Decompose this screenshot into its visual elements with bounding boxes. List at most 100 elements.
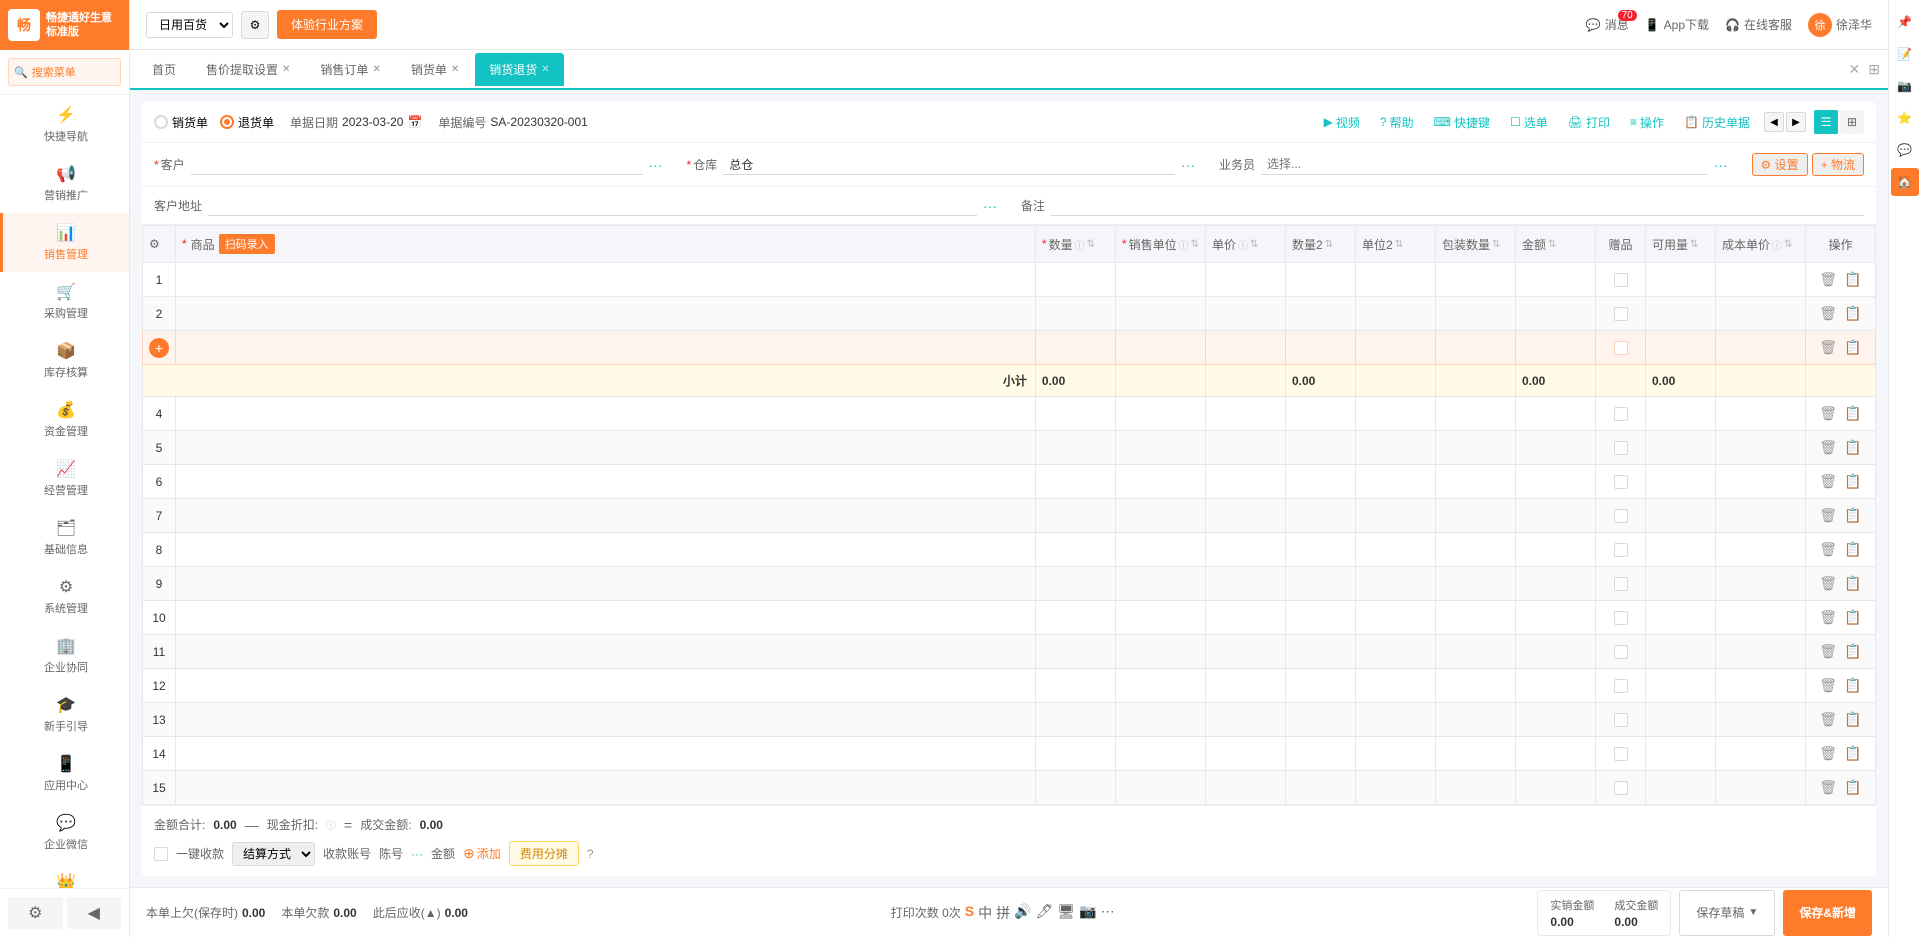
unit-info-icon[interactable]: ⓘ [1179,237,1189,252]
gift-checkbox[interactable] [1614,781,1628,795]
row-unit2[interactable] [1356,703,1436,737]
row-amount[interactable] [1516,669,1596,703]
row-unit2[interactable] [1356,635,1436,669]
row-pack[interactable] [1436,635,1516,669]
row-goods[interactable] [176,635,1036,669]
sidebar-search[interactable]: 🔍 搜索菜单 [0,50,129,95]
row-gift[interactable] [1596,669,1646,703]
row-unit2[interactable] [1356,297,1436,331]
row-amount[interactable] [1516,567,1596,601]
row-pack[interactable] [1436,533,1516,567]
right-panel-star-btn[interactable]: ⭐ [1891,104,1919,132]
row-qty[interactable] [1035,297,1115,331]
help-btn[interactable]: ? 帮助 [1374,111,1420,134]
tab-sales-bill[interactable]: 销货单 ✕ [397,53,473,86]
account-dots-btn[interactable]: ··· [411,847,423,861]
remark-input[interactable] [1051,195,1864,216]
row-goods[interactable] [176,703,1036,737]
row-goods[interactable] [176,431,1036,465]
row-qty[interactable] [1035,737,1115,771]
row-qty2[interactable] [1286,737,1356,771]
row-gift[interactable] [1596,297,1646,331]
row-unit[interactable] [1115,669,1205,703]
row-cost[interactable] [1716,567,1806,601]
row-pack[interactable] [1436,397,1516,431]
copy-row-btn[interactable]: 📋 [1842,743,1863,764]
sidebar-item-enterprise[interactable]: 🏢 企业协同 [0,626,129,685]
row-qty2[interactable] [1286,601,1356,635]
row-price-active[interactable] [1206,331,1286,365]
row-cost[interactable] [1716,297,1806,331]
row-goods[interactable] [176,737,1036,771]
row-qty2[interactable] [1286,431,1356,465]
delete-row-btn[interactable]: 🗑 [1817,777,1839,798]
row-gift[interactable] [1596,771,1646,805]
row-pack[interactable] [1436,297,1516,331]
address-input[interactable] [208,195,977,216]
app-download-button[interactable]: 📱 App下载 [1645,16,1709,33]
gift-checkbox-active[interactable] [1614,341,1628,355]
row-amount[interactable] [1516,703,1596,737]
row-cost[interactable] [1716,499,1806,533]
row-amount[interactable] [1516,737,1596,771]
delete-row-btn[interactable]: 🗑 [1817,505,1839,526]
delete-row-btn[interactable]: 🗑 [1817,573,1839,594]
topbar-settings-button[interactable]: ⚙ [241,11,269,39]
sidebar-item-apps[interactable]: 📱 应用中心 [0,744,129,803]
row-qty[interactable] [1035,771,1115,805]
row-unit2[interactable] [1356,669,1436,703]
cost-info-icon[interactable]: ⓘ [1772,237,1782,252]
row-qty[interactable] [1035,669,1115,703]
row-cost-active[interactable] [1716,331,1806,365]
row-unit2-active[interactable] [1356,331,1436,365]
delete-row-btn[interactable]: 🗑 [1817,337,1839,358]
row-unit[interactable] [1115,703,1205,737]
row-avail[interactable] [1646,567,1716,601]
gift-checkbox[interactable] [1614,307,1628,321]
row-price[interactable] [1206,533,1286,567]
copy-row-btn[interactable]: 📋 [1842,505,1863,526]
row-cost[interactable] [1716,601,1806,635]
sidebar-item-wechat[interactable]: 💬 企业微信 [0,803,129,862]
row-unit[interactable] [1115,737,1205,771]
tab-close-sales-order[interactable]: ✕ [372,64,380,75]
row-qty[interactable] [1035,431,1115,465]
gift-checkbox[interactable] [1614,441,1628,455]
row-gift[interactable] [1596,601,1646,635]
maximize-button[interactable]: ⊞ [1868,61,1880,78]
row-qty2[interactable] [1286,567,1356,601]
row-amount[interactable] [1516,635,1596,669]
save-draft-button[interactable]: 保存草稿 ▼ [1679,890,1775,936]
gift-checkbox[interactable] [1614,509,1628,523]
row-unit[interactable] [1115,499,1205,533]
row-qty[interactable] [1035,533,1115,567]
gift-checkbox[interactable] [1614,577,1628,591]
row-avail[interactable] [1646,431,1716,465]
row-gift[interactable] [1596,431,1646,465]
row-qty2[interactable] [1286,499,1356,533]
row-price[interactable] [1206,703,1286,737]
row-price[interactable] [1206,499,1286,533]
row-amount[interactable] [1516,771,1596,805]
row-qty2[interactable] [1286,465,1356,499]
gift-checkbox[interactable] [1614,645,1628,659]
radio-sales-bill[interactable]: 销货单 [154,114,208,131]
scan-input-btn[interactable]: 扫码录入 [219,234,275,254]
row-pack[interactable] [1436,567,1516,601]
next-arrow[interactable]: ▶ [1786,112,1806,132]
add-row-button[interactable]: + [149,338,169,358]
copy-row-btn[interactable]: 📋 [1842,269,1863,290]
row-amount[interactable] [1516,263,1596,297]
right-panel-pin-btn[interactable]: 📌 [1891,8,1919,36]
row-qty[interactable] [1035,635,1115,669]
sidebar-item-basic[interactable]: 🗂 基础信息 [0,508,129,567]
gift-checkbox[interactable] [1614,747,1628,761]
price-info-icon[interactable]: ⓘ [1238,237,1248,252]
copy-row-btn[interactable]: 📋 [1842,641,1863,662]
row-amount[interactable] [1516,601,1596,635]
delete-row-btn[interactable]: 🗑 [1817,269,1839,290]
row-goods[interactable] [176,601,1036,635]
copy-row-btn[interactable]: 📋 [1842,437,1863,458]
row-amount-active[interactable] [1516,331,1596,365]
right-panel-note-btn[interactable]: 📝 [1891,40,1919,68]
